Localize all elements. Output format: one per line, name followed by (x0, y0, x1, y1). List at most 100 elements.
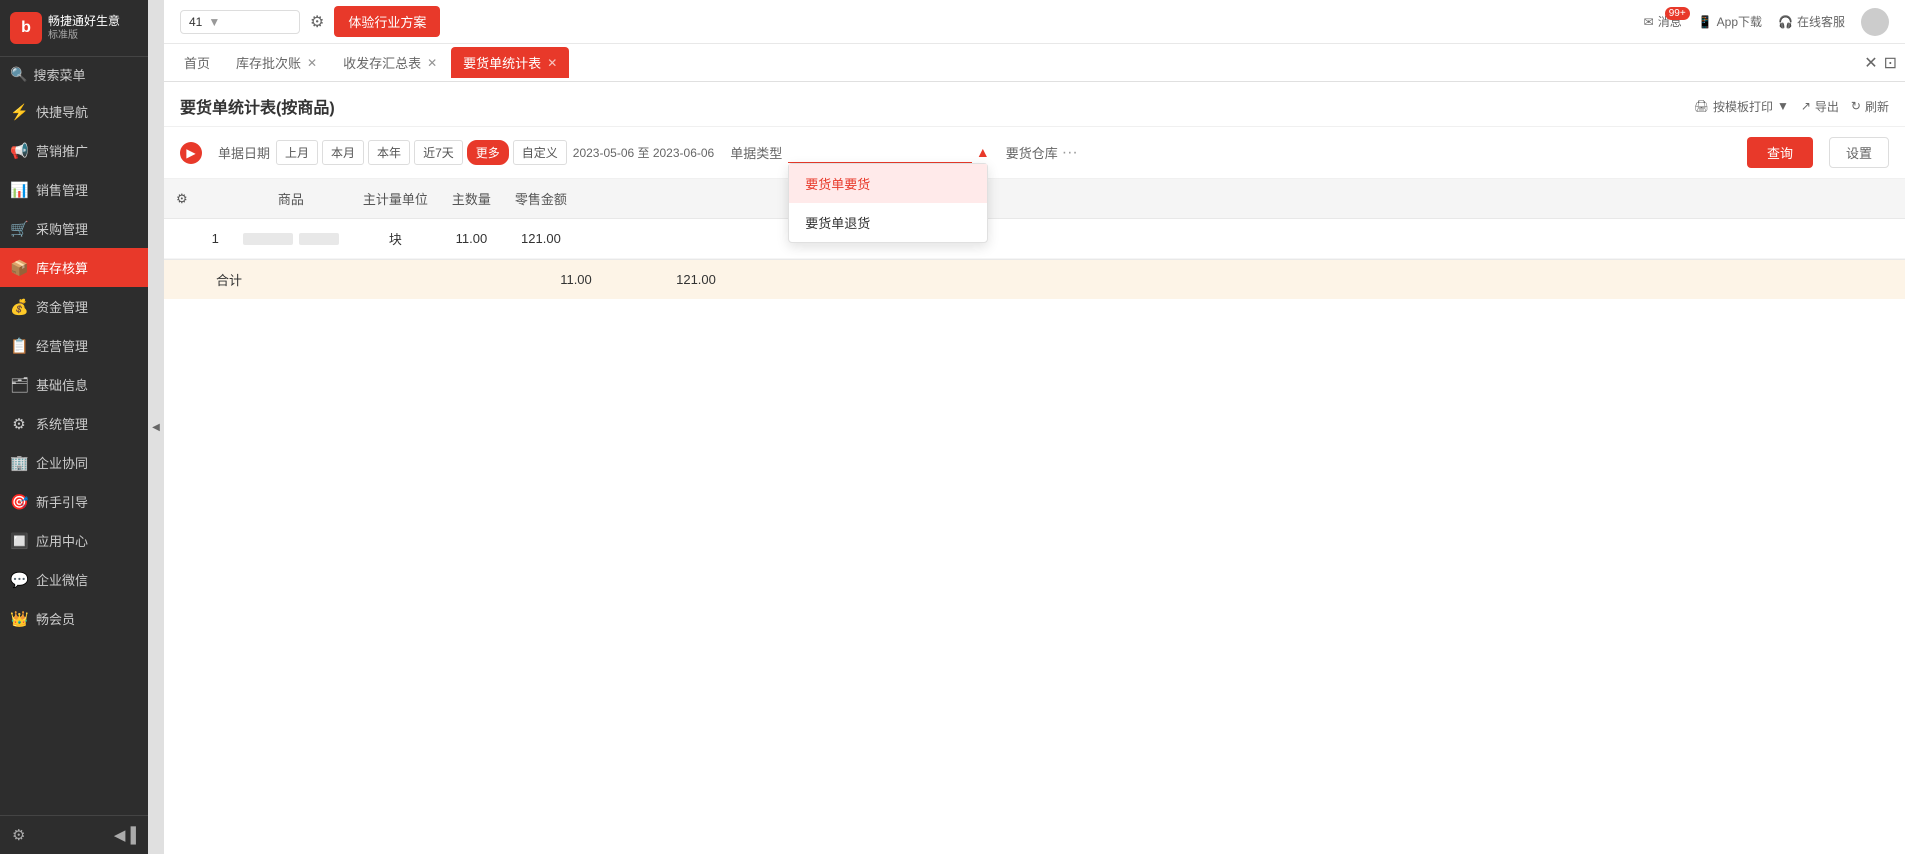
dropdown-item-require-return[interactable]: 要货单退货 (789, 203, 987, 242)
topbar-left: 41 ▼ ⚙ 体验行业方案 (180, 6, 1644, 37)
date-recent-7-btn[interactable]: 近7天 (414, 140, 463, 165)
tab-inventory-batch[interactable]: 库存批次账 ✕ (224, 47, 329, 78)
cell-settings (164, 219, 200, 259)
footer-label: 合计 (176, 270, 516, 289)
col-settings[interactable]: ⚙ (164, 179, 200, 219)
type-dropdown-menu: 要货单要货 要货单退货 (788, 163, 988, 243)
date-this-month-btn[interactable]: 本月 (322, 140, 364, 165)
tab-close-order-summary[interactable]: ✕ (547, 56, 557, 70)
search-icon: 🔍 (10, 66, 27, 83)
sidebar-footer: ⚙ ◀▐ (0, 815, 148, 854)
sidebar-item-wechat[interactable]: 💬 企业微信 (0, 560, 148, 599)
sidebar-item-purchase[interactable]: 🛒 采购管理 (0, 209, 148, 248)
date-filter-label: 单据日期 (218, 143, 270, 162)
sidebar-item-basic[interactable]: 🗂 基础信息 (0, 365, 148, 404)
sidebar-item-marketing[interactable]: 📢 营销推广 (0, 131, 148, 170)
print-icon: 🖨 (1694, 99, 1709, 113)
date-prev-month-btn[interactable]: 上月 (276, 140, 318, 165)
messages-button[interactable]: ✉ 消息 99+ (1644, 13, 1682, 30)
message-icon: ✉ (1644, 15, 1654, 29)
sidebar: b 畅捷通好生意 标准版 🔍 搜索菜单 ⚡ 快捷导航 📢 营销推广 📊 销售管理… (0, 0, 148, 854)
maximize-window-button[interactable]: ⊡ (1884, 53, 1897, 73)
sidebar-item-appstore[interactable]: 🔲 应用中心 (0, 521, 148, 560)
sidebar-item-sales[interactable]: 📊 销售管理 (0, 170, 148, 209)
type-filter-label: 单据类型 (730, 143, 782, 162)
quick-nav-icon: ⚡ (10, 103, 28, 121)
warehouse-more-button[interactable]: ··· (1062, 144, 1078, 162)
download-icon: 📱 (1698, 15, 1713, 29)
operations-icon: 📋 (10, 337, 28, 355)
sidebar-search[interactable]: 🔍 搜索菜单 (0, 57, 148, 92)
tabs-right-controls: ✕ ⊡ (1864, 53, 1897, 73)
date-more-btn[interactable]: 更多 (467, 140, 509, 165)
table-body: 1 块 11.00 121.00 (164, 219, 1905, 259)
tab-home[interactable]: 首页 (172, 47, 222, 78)
guide-icon: 🎯 (10, 493, 28, 511)
tab-order-summary[interactable]: 要货单统计表 ✕ (451, 47, 569, 78)
topbar-gear-button[interactable]: ⚙ (310, 12, 324, 32)
query-button[interactable]: 查询 (1747, 137, 1813, 168)
type-dropdown-arrow[interactable]: ▲ (976, 144, 990, 160)
sidebar-item-quick-nav[interactable]: ⚡ 快捷导航 (0, 92, 148, 131)
col-product: 商品 (231, 179, 351, 219)
collapse-button[interactable]: ◀▐ (114, 826, 136, 844)
sidebar-nav: ⚡ 快捷导航 📢 营销推广 📊 销售管理 🛒 采购管理 📦 库存核算 💰 资金管… (0, 92, 148, 815)
print-chevron-icon: ▼ (1777, 99, 1789, 113)
main-area: 41 ▼ ⚙ 体验行业方案 ✉ 消息 99+ 📱 App下载 🎧 在线客服 (164, 0, 1905, 854)
set-button[interactable]: 设置 (1829, 137, 1889, 168)
sidebar-item-system[interactable]: ⚙ 系统管理 (0, 404, 148, 443)
sidebar-header: b 畅捷通好生意 标准版 (0, 0, 148, 57)
app-download-button[interactable]: 📱 App下载 (1698, 13, 1762, 30)
wechat-icon: 💬 (10, 571, 28, 589)
date-filter-group: 单据日期 上月 本月 本年 近7天 更多 自定义 2023-05-06 至 20… (218, 140, 714, 165)
type-dropdown-container: ▲ 要货单要货 要货单退货 (788, 143, 989, 163)
sidebar-item-inventory[interactable]: 📦 库存核算 (0, 248, 148, 287)
settings-button[interactable]: ⚙ (12, 826, 25, 844)
sales-icon: 📊 (10, 181, 28, 199)
refresh-button[interactable]: ↻ 刷新 (1851, 98, 1889, 115)
close-window-button[interactable]: ✕ (1864, 53, 1877, 73)
appstore-icon: 🔲 (10, 532, 28, 550)
tab-close-receipt-summary[interactable]: ✕ (427, 56, 437, 70)
cell-quantity: 11.00 (440, 219, 503, 259)
col-extra (579, 179, 1905, 219)
table-wrapper: ⚙ 商品 主计量单位 主数量 零售金额 1 (164, 179, 1905, 259)
sidebar-collapse-handle[interactable]: ◀ (148, 0, 164, 854)
inventory-icon: 📦 (10, 259, 28, 277)
dropdown-item-require-goods[interactable]: 要货单要货 (789, 164, 987, 203)
online-service-button[interactable]: 🎧 在线客服 (1778, 13, 1845, 30)
app-title: 畅捷通好生意 标准版 (48, 14, 120, 43)
col-row-num (200, 179, 231, 219)
purchase-icon: 🛒 (10, 220, 28, 238)
type-filter-group: 单据类型 ▲ 要货单要货 要货单退货 (730, 143, 990, 163)
finance-icon: 💰 (10, 298, 28, 316)
store-selector[interactable]: 41 ▼ (180, 10, 300, 34)
sidebar-item-operations[interactable]: 📋 经营管理 (0, 326, 148, 365)
date-range-display: 2023-05-06 至 2023-06-06 (573, 144, 714, 161)
sidebar-item-guide[interactable]: 🎯 新手引导 (0, 482, 148, 521)
messages-badge: 99+ (1665, 7, 1690, 20)
date-this-year-btn[interactable]: 本年 (368, 140, 410, 165)
warehouse-filter-label: 要货仓库 (1006, 143, 1058, 162)
sidebar-item-member[interactable]: 👑 畅会员 (0, 599, 148, 638)
enterprise-icon: 🏢 (10, 454, 28, 472)
table-row: 1 块 11.00 121.00 (164, 219, 1905, 259)
sidebar-item-enterprise[interactable]: 🏢 企业协同 (0, 443, 148, 482)
service-icon: 🎧 (1778, 15, 1793, 29)
type-filter-input[interactable] (788, 143, 972, 163)
date-quick-buttons: 上月 本月 本年 近7天 更多 自定义 (276, 140, 567, 165)
export-button[interactable]: ↗ 导出 (1801, 98, 1839, 115)
tab-receipt-summary[interactable]: 收发存汇总表 ✕ (331, 47, 449, 78)
tabs-bar: 首页 库存批次账 ✕ 收发存汇总表 ✕ 要货单统计表 ✕ ✕ ⊡ (164, 44, 1905, 82)
print-button[interactable]: 🖨 按模板打印 ▼ (1694, 98, 1789, 115)
filter-expand-button[interactable]: ▶ (180, 142, 202, 164)
trial-button[interactable]: 体验行业方案 (334, 6, 440, 37)
cell-amount: 121.00 (503, 219, 579, 259)
col-unit: 主计量单位 (351, 179, 440, 219)
tab-close-inventory-batch[interactable]: ✕ (307, 56, 317, 70)
date-custom-btn[interactable]: 自定义 (513, 140, 567, 165)
sidebar-item-finance[interactable]: 💰 资金管理 (0, 287, 148, 326)
cell-unit: 块 (351, 219, 440, 259)
col-amount: 零售金额 (503, 179, 579, 219)
user-avatar[interactable] (1861, 8, 1889, 36)
